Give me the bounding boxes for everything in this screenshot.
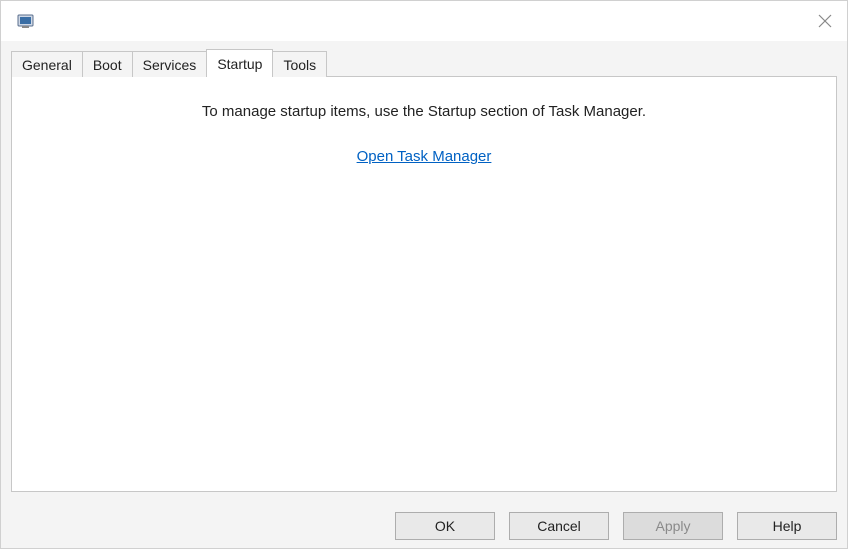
open-task-manager-link[interactable]: Open Task Manager (357, 148, 492, 165)
close-button[interactable] (815, 11, 835, 31)
tab-container: General Boot Services Startup Tools To m… (11, 49, 837, 492)
close-icon (818, 14, 832, 28)
dialog-button-row: OK Cancel Apply Help (1, 502, 847, 548)
titlebar (1, 1, 847, 41)
msconfig-window: General Boot Services Startup Tools To m… (0, 0, 848, 549)
apply-button[interactable]: Apply (623, 512, 723, 540)
ok-button[interactable]: OK (395, 512, 495, 540)
dialog-body: General Boot Services Startup Tools To m… (1, 41, 847, 502)
help-button[interactable]: Help (737, 512, 837, 540)
tab-content-startup: To manage startup items, use the Startup… (11, 76, 837, 492)
cancel-button[interactable]: Cancel (509, 512, 609, 540)
tab-tools[interactable]: Tools (272, 51, 327, 77)
tab-boot[interactable]: Boot (82, 51, 133, 77)
tabstrip: General Boot Services Startup Tools (11, 49, 837, 77)
tab-general[interactable]: General (11, 51, 83, 77)
tab-startup[interactable]: Startup (206, 49, 273, 77)
tab-services[interactable]: Services (132, 51, 208, 77)
startup-instruction-text: To manage startup items, use the Startup… (30, 103, 818, 120)
msconfig-icon (17, 12, 37, 30)
